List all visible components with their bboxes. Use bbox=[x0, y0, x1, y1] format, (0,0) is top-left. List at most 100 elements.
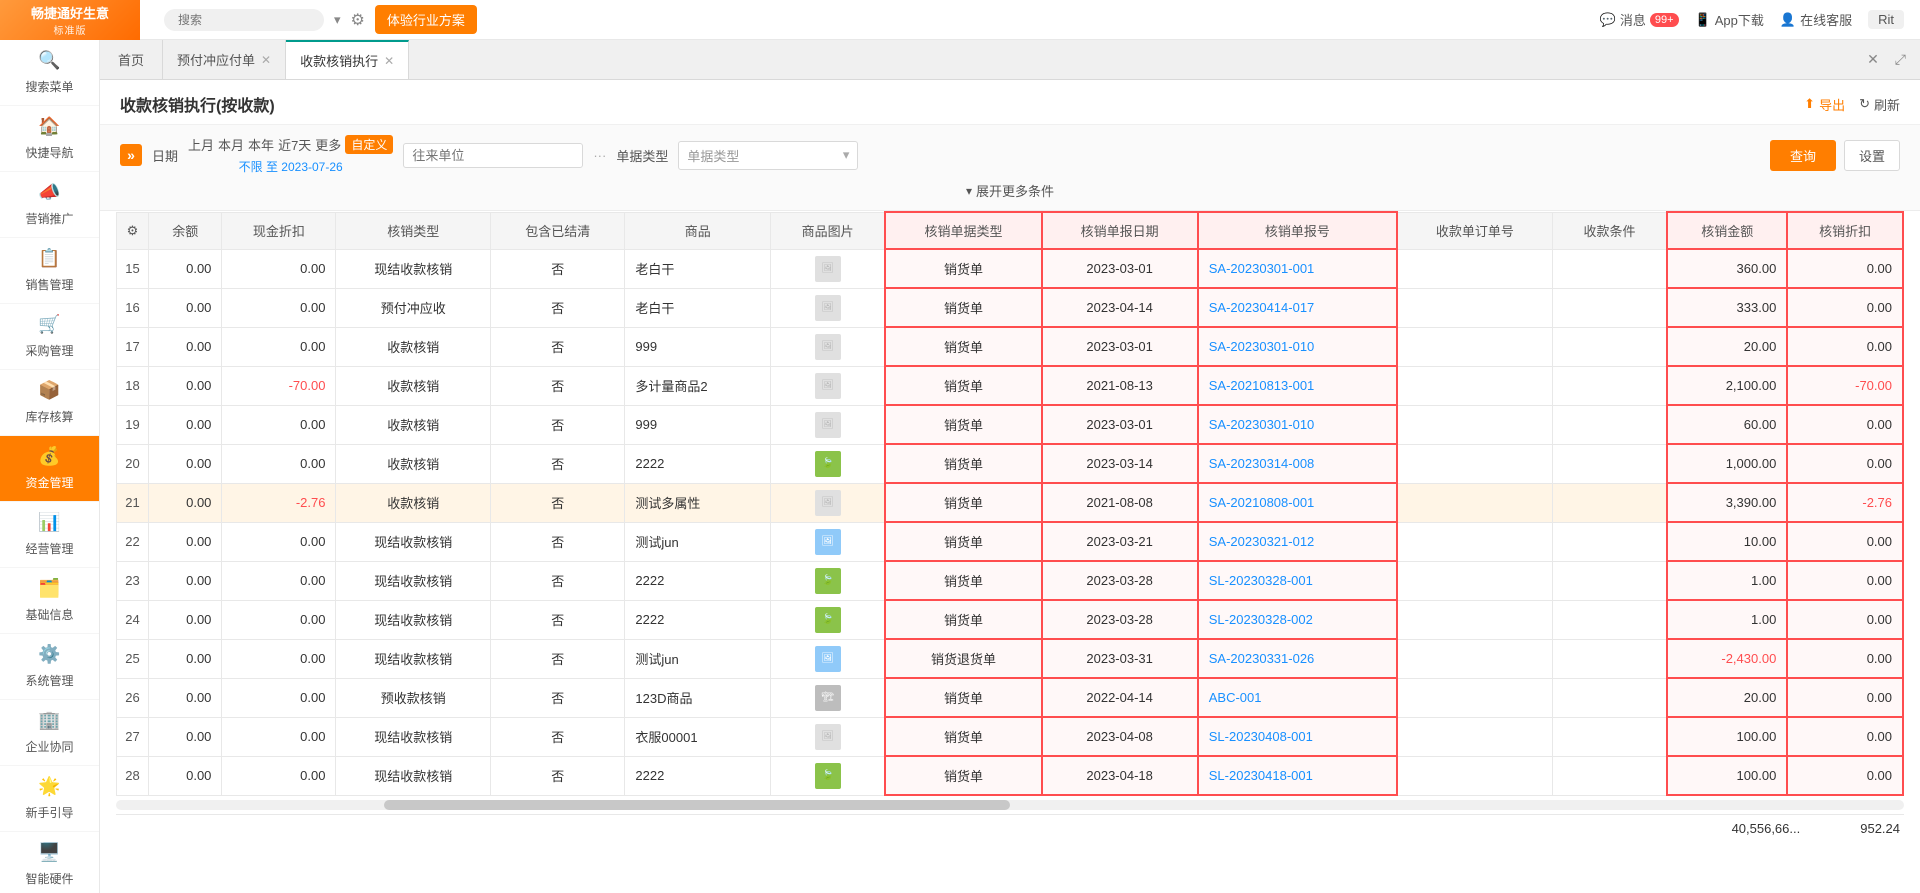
date-custom-btn[interactable]: 自定义 bbox=[345, 135, 393, 154]
industry-btn[interactable]: 体验行业方案 bbox=[375, 5, 477, 34]
cell-settled: 否 bbox=[491, 522, 625, 561]
date-btn-7days[interactable]: 近7天 bbox=[278, 135, 311, 154]
cell-receipt-order bbox=[1397, 561, 1552, 600]
col-header-voucher-date: 核销单报日期 bbox=[1042, 212, 1198, 249]
cell-type: 现结收款核销 bbox=[336, 717, 491, 756]
cell-voucher-no[interactable]: SA-20210808-001 bbox=[1198, 483, 1397, 522]
date-btn-this-month[interactable]: 本月 bbox=[218, 135, 244, 154]
sidebar-item-basic[interactable]: 🗂️ 基础信息 bbox=[0, 568, 99, 634]
scrollbar-handle[interactable] bbox=[384, 800, 1010, 810]
sidebar-item-quick-nav[interactable]: 🏠 快捷导航 bbox=[0, 106, 99, 172]
cell-goods: 测试多属性 bbox=[625, 483, 771, 522]
cell-voucher-type: 销货单 bbox=[885, 405, 1041, 444]
cell-voucher-no[interactable]: ABC-001 bbox=[1198, 678, 1397, 717]
cell-voucher-date: 2023-03-28 bbox=[1042, 600, 1198, 639]
cell-voucher-no[interactable]: SL-20230328-002 bbox=[1198, 600, 1397, 639]
date-btn-more[interactable]: 更多 bbox=[315, 135, 341, 154]
export-btn[interactable]: ⬆ 导出 bbox=[1804, 95, 1845, 114]
cell-writeoff-discount: 0.00 bbox=[1787, 717, 1903, 756]
date-btn-last-month[interactable]: 上月 bbox=[188, 135, 214, 154]
cell-writeoff-discount: 0.00 bbox=[1787, 678, 1903, 717]
window-close-icon[interactable]: ✕ bbox=[1861, 49, 1885, 70]
tab-receipts[interactable]: 收款核销执行 ✕ bbox=[286, 40, 409, 79]
cell-receipt-cond bbox=[1552, 600, 1667, 639]
cell-voucher-no[interactable]: SL-20230408-001 bbox=[1198, 717, 1397, 756]
cell-writeoff-discount: -70.00 bbox=[1787, 366, 1903, 405]
cell-voucher-no[interactable]: SA-20230301-010 bbox=[1198, 327, 1397, 366]
table-row: 20 0.00 0.00 收款核销 否 2222 🍃 销货单 2023-03-1… bbox=[117, 444, 1904, 483]
search-input[interactable] bbox=[164, 9, 324, 31]
cell-voucher-no[interactable]: SA-20230331-026 bbox=[1198, 639, 1397, 678]
user-avatar[interactable]: Rit bbox=[1868, 10, 1904, 29]
cell-receipt-cond bbox=[1552, 717, 1667, 756]
table-row: 26 0.00 0.00 预收款核销 否 123D商品 🏗 销货单 2022-0… bbox=[117, 678, 1904, 717]
cell-balance: 0.00 bbox=[149, 522, 222, 561]
sidebar-item-purchase[interactable]: 🛒 采购管理 bbox=[0, 304, 99, 370]
source-unit-input[interactable] bbox=[403, 143, 583, 168]
cell-goods: 老白干 bbox=[625, 288, 771, 327]
query-btn[interactable]: 查询 bbox=[1770, 140, 1836, 171]
cell-type: 现结收款核销 bbox=[336, 249, 491, 288]
cell-voucher-no[interactable]: SA-20230314-008 bbox=[1198, 444, 1397, 483]
cell-settled: 否 bbox=[491, 327, 625, 366]
tab-prepay-close[interactable]: ✕ bbox=[261, 54, 271, 66]
message-btn[interactable]: 💬 消息 99+ bbox=[1600, 10, 1679, 29]
cell-voucher-no[interactable]: SL-20230328-001 bbox=[1198, 561, 1397, 600]
cell-voucher-no[interactable]: SA-20230301-001 bbox=[1198, 249, 1397, 288]
tab-prepay[interactable]: 预付冲应付单 ✕ bbox=[163, 40, 286, 79]
sidebar-item-search[interactable]: 🔍 搜索菜单 bbox=[0, 40, 99, 106]
cell-type: 现结收款核销 bbox=[336, 600, 491, 639]
refresh-btn[interactable]: ↻ 刷新 bbox=[1859, 95, 1900, 114]
sidebar-item-hardware[interactable]: 🖥️ 智能硬件 bbox=[0, 832, 99, 893]
online-service-btn[interactable]: 👤 在线客服 bbox=[1780, 10, 1852, 29]
cell-goods: 2222 bbox=[625, 600, 771, 639]
cell-writeoff-amount: 2,100.00 bbox=[1667, 366, 1787, 405]
col-header-goods: 商品 bbox=[625, 212, 771, 249]
cell-balance: 0.00 bbox=[149, 288, 222, 327]
cell-voucher-no[interactable]: SL-20230418-001 bbox=[1198, 756, 1397, 795]
window-expand-icon[interactable]: ⤢ bbox=[1889, 49, 1912, 70]
col-header-settled: 包含已结清 bbox=[491, 212, 625, 249]
cell-discount: 0.00 bbox=[222, 639, 336, 678]
cell-balance: 0.00 bbox=[149, 717, 222, 756]
cell-discount: 0.00 bbox=[222, 288, 336, 327]
cell-receipt-cond bbox=[1552, 249, 1667, 288]
cell-goods: 测试jun bbox=[625, 522, 771, 561]
cell-voucher-type: 销货单 bbox=[885, 678, 1041, 717]
horizontal-scrollbar[interactable] bbox=[116, 800, 1904, 810]
cell-goods: 衣服00001 bbox=[625, 717, 771, 756]
cell-voucher-no[interactable]: SA-20230301-010 bbox=[1198, 405, 1397, 444]
cell-receipt-order bbox=[1397, 444, 1552, 483]
cell-voucher-no[interactable]: SA-20230321-012 bbox=[1198, 522, 1397, 561]
tab-home[interactable]: 首页 bbox=[100, 40, 163, 79]
voucher-type-select[interactable]: 单据类型 ▾ bbox=[678, 141, 858, 170]
sidebar-item-corp[interactable]: 🏢 企业协同 bbox=[0, 700, 99, 766]
sidebar-item-marketing[interactable]: 📣 营销推广 bbox=[0, 172, 99, 238]
download-icon: 📱 bbox=[1695, 12, 1711, 28]
col-header-gear[interactable]: ⚙ bbox=[117, 212, 149, 249]
expand-conditions-btn[interactable]: ▾ 展开更多条件 bbox=[120, 181, 1900, 200]
sidebar-item-sales[interactable]: 📋 销售管理 bbox=[0, 238, 99, 304]
gear-icon[interactable]: ⚙ bbox=[351, 10, 365, 30]
cell-row-num: 26 bbox=[117, 678, 149, 717]
cell-writeoff-amount: 360.00 bbox=[1667, 249, 1787, 288]
sidebar-item-system[interactable]: ⚙️ 系统管理 bbox=[0, 634, 99, 700]
sidebar-item-business[interactable]: 📊 经营管理 bbox=[0, 502, 99, 568]
sidebar-item-guide[interactable]: 🌟 新手引导 bbox=[0, 766, 99, 832]
column-settings-icon[interactable]: ⚙ bbox=[127, 223, 139, 238]
app-download-btn[interactable]: 📱 App下载 bbox=[1695, 10, 1764, 29]
total-discount: 952.24 bbox=[1860, 821, 1900, 836]
cell-type: 收款核销 bbox=[336, 405, 491, 444]
settings-btn[interactable]: 设置 bbox=[1844, 140, 1900, 171]
sidebar-item-stock[interactable]: 📦 库存核算 bbox=[0, 370, 99, 436]
cell-voucher-no[interactable]: SA-20230414-017 bbox=[1198, 288, 1397, 327]
cell-voucher-no[interactable]: SA-20210813-001 bbox=[1198, 366, 1397, 405]
cell-writeoff-amount: 20.00 bbox=[1667, 678, 1787, 717]
cell-row-num: 20 bbox=[117, 444, 149, 483]
cell-type: 预付冲应收 bbox=[336, 288, 491, 327]
date-btn-this-year[interactable]: 本年 bbox=[248, 135, 274, 154]
cell-settled: 否 bbox=[491, 249, 625, 288]
sidebar-item-finance[interactable]: 💰 资金管理 bbox=[0, 436, 99, 502]
filter-toggle-btn[interactable]: » bbox=[120, 144, 142, 166]
tab-receipts-close[interactable]: ✕ bbox=[384, 55, 394, 67]
